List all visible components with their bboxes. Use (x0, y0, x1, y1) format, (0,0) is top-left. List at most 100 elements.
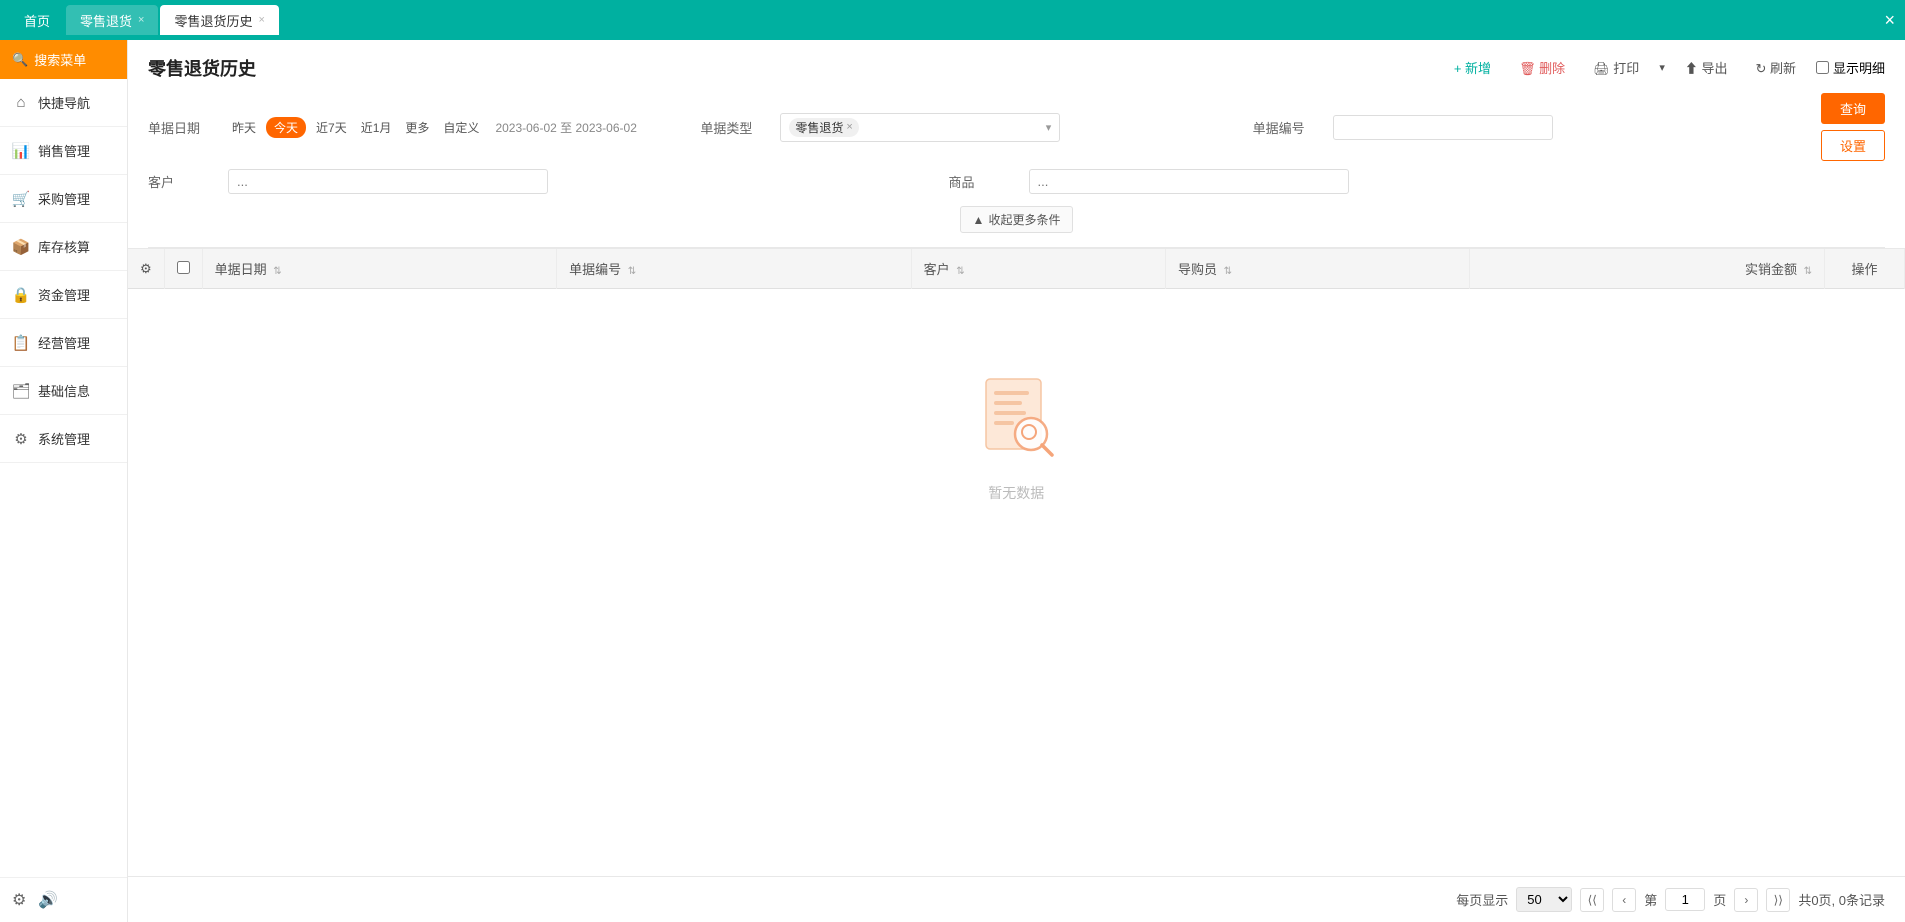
page-next-button[interactable]: › (1734, 888, 1758, 912)
th-settings[interactable]: ⚙ (128, 249, 164, 289)
show-detail-checkbox[interactable] (1816, 61, 1829, 74)
print-dropdown-icon[interactable]: ▾ (1659, 61, 1665, 74)
filter-section: 单据日期 昨天 今天 近7天 近1月 更多 自定义 2023-06-02 至 2… (148, 93, 1885, 248)
empty-row: 暂无数据 (128, 289, 1905, 584)
data-table: ⚙ 单据日期 ⇅ 单据编号 ⇅ (128, 249, 1905, 583)
sidebar-item-system[interactable]: ⚙ 系统管理 (0, 415, 127, 463)
sales-icon: 📊 (12, 142, 30, 160)
table-header: ⚙ 单据日期 ⇅ 单据编号 ⇅ (128, 249, 1905, 289)
tab-retail-return[interactable]: 零售退货 × (66, 5, 158, 35)
th-guide-label: 导购员 (1178, 262, 1217, 277)
sidebar-item-sales-mgmt[interactable]: 📊 销售管理 (0, 127, 127, 175)
delete-button[interactable]: 🗑 删除 (1511, 54, 1573, 81)
per-page-label: 每页显示 (1456, 890, 1508, 909)
sidebar-item-sales-label: 销售管理 (38, 141, 90, 160)
page-header-top: 零售退货历史 + 新增 🗑 删除 🖨 打印 ▾ ⬆ 导出 ↻ 刷新 显示明细 (148, 54, 1885, 81)
sidebar-search[interactable]: 🔍 搜索菜单 (0, 40, 127, 79)
pagination-bar: 每页显示 10 20 50 100 ⟨⟨ ‹ 第 页 › ⟩⟩ 共0页, 0条记… (128, 876, 1905, 922)
tab-retail-return-history[interactable]: 零售退货历史 × (160, 5, 278, 35)
customer-filter-input[interactable] (228, 169, 548, 194)
column-settings-icon[interactable]: ⚙ (140, 261, 152, 276)
query-button[interactable]: 查询 (1821, 93, 1885, 124)
select-all-checkbox[interactable] (177, 261, 190, 274)
per-page-select[interactable]: 10 20 50 100 (1516, 887, 1572, 912)
page-first-button[interactable]: ⟨⟨ (1580, 888, 1604, 912)
tab-home[interactable]: 首页 (10, 5, 64, 35)
th-guide[interactable]: 导购员 ⇅ (1166, 249, 1470, 289)
th-amount-label: 实销金额 (1745, 262, 1797, 277)
th-customer-label: 客户 (924, 262, 950, 277)
settings-button[interactable]: 设置 (1821, 130, 1885, 161)
home-icon: ⌂ (12, 94, 30, 112)
type-tag-item: 零售退货 × (789, 118, 858, 137)
print-button[interactable]: 🖨 打印 (1585, 54, 1647, 81)
page-number-input[interactable] (1665, 888, 1705, 911)
sidebar-item-purchase-mgmt[interactable]: 🛒 采购管理 (0, 175, 127, 223)
empty-text: 暂无数据 (988, 483, 1044, 503)
collapse-btn-wrapper: ▲ 收起更多条件 (148, 202, 1885, 237)
window-close-button[interactable]: × (1884, 10, 1895, 31)
sidebar-item-operations-label: 经营管理 (38, 333, 90, 352)
audio-bottom-icon[interactable]: 🔊 (38, 890, 58, 910)
type-filter-input[interactable]: 零售退货 × ▾ (780, 113, 1060, 142)
sidebar-item-operations[interactable]: 📋 经营管理 (0, 319, 127, 367)
total-records-label: 共0页, 0条记录 (1798, 890, 1885, 909)
sidebar-item-finance[interactable]: 🔒 资金管理 (0, 271, 127, 319)
date-option-custom[interactable]: 自定义 (439, 117, 483, 138)
page-prev-button[interactable]: ‹ (1612, 888, 1636, 912)
page-suffix: 页 (1713, 890, 1726, 909)
refresh-button[interactable]: ↻ 刷新 (1747, 54, 1804, 81)
th-number-sort-icon: ⇅ (628, 266, 636, 277)
sidebar-item-basic-info-label: 基础信息 (38, 381, 90, 400)
th-amount[interactable]: 实销金额 ⇅ (1470, 249, 1825, 289)
page-last-button[interactable]: ⟩⟩ (1766, 888, 1790, 912)
collapse-button[interactable]: ▲ 收起更多条件 (960, 206, 1074, 233)
date-option-1month[interactable]: 近1月 (357, 117, 396, 138)
filter-type-col: 单据类型 零售退货 × ▾ (700, 113, 1252, 142)
date-option-more[interactable]: 更多 (401, 117, 433, 138)
sidebar-item-inventory[interactable]: 📦 库存核算 (0, 223, 127, 271)
export-button[interactable]: ⬆ 导出 (1677, 54, 1736, 81)
table-body: 暂无数据 (128, 289, 1905, 584)
th-ops: 操作 (1825, 249, 1905, 289)
date-option-yesterday[interactable]: 昨天 (228, 117, 260, 138)
query-settings-buttons: 查询 设置 (1821, 93, 1885, 161)
goods-filter-input[interactable] (1029, 169, 1349, 194)
empty-cell: 暂无数据 (128, 289, 1905, 584)
th-number[interactable]: 单据编号 ⇅ (557, 249, 912, 289)
number-filter-input[interactable] (1333, 115, 1553, 140)
filter-row-2: 客户 商品 (148, 169, 1885, 194)
sidebar-bottom: ⚙ 🔊 (0, 877, 127, 922)
search-icon: 🔍 (12, 52, 28, 68)
sidebar: 🔍 搜索菜单 ⌂ 快捷导航 📊 销售管理 🛒 采购管理 📦 库存核算 🔒 资金管… (0, 40, 128, 922)
date-option-7days[interactable]: 近7天 (312, 117, 351, 138)
page-title: 零售退货历史 (148, 55, 256, 81)
sidebar-item-quick-nav[interactable]: ⌂ 快捷导航 (0, 79, 127, 127)
tab-retail-return-close[interactable]: × (138, 14, 144, 26)
settings-bottom-icon[interactable]: ⚙ (12, 890, 26, 910)
show-detail-label: 显示明细 (1833, 58, 1885, 77)
date-options: 昨天 今天 近7天 近1月 更多 自定义 2023-06-02 至 2023-0… (228, 117, 637, 138)
tab-retail-return-history-close[interactable]: × (258, 14, 264, 26)
th-date[interactable]: 单据日期 ⇅ (202, 249, 557, 289)
sidebar-item-inventory-label: 库存核算 (38, 237, 90, 256)
tab-bar: 首页 零售退货 × 零售退货历史 × × (0, 0, 1905, 40)
date-filter-label: 单据日期 (148, 118, 218, 137)
show-detail-checkbox-label: 显示明细 (1816, 58, 1885, 77)
type-dropdown-icon[interactable]: ▾ (1046, 121, 1052, 134)
sidebar-item-basic-info[interactable]: 🗂 基础信息 (0, 367, 127, 415)
type-tag-close[interactable]: × (846, 121, 852, 133)
finance-icon: 🔒 (12, 286, 30, 304)
sidebar-item-finance-label: 资金管理 (38, 285, 90, 304)
data-table-container: ⚙ 单据日期 ⇅ 单据编号 ⇅ (128, 249, 1905, 876)
goods-filter-label: 商品 (949, 172, 1019, 191)
date-range-display: 2023-06-02 至 2023-06-02 (495, 119, 636, 136)
sidebar-search-label: 搜索菜单 (34, 50, 86, 69)
tab-home-label: 首页 (24, 11, 50, 30)
th-checkbox[interactable] (164, 249, 202, 289)
new-button[interactable]: + 新增 (1446, 54, 1499, 81)
th-customer[interactable]: 客户 ⇅ (911, 249, 1165, 289)
type-tag-text: 零售退货 (795, 119, 843, 136)
date-option-today[interactable]: 今天 (266, 117, 306, 138)
th-customer-sort-icon: ⇅ (956, 266, 964, 277)
